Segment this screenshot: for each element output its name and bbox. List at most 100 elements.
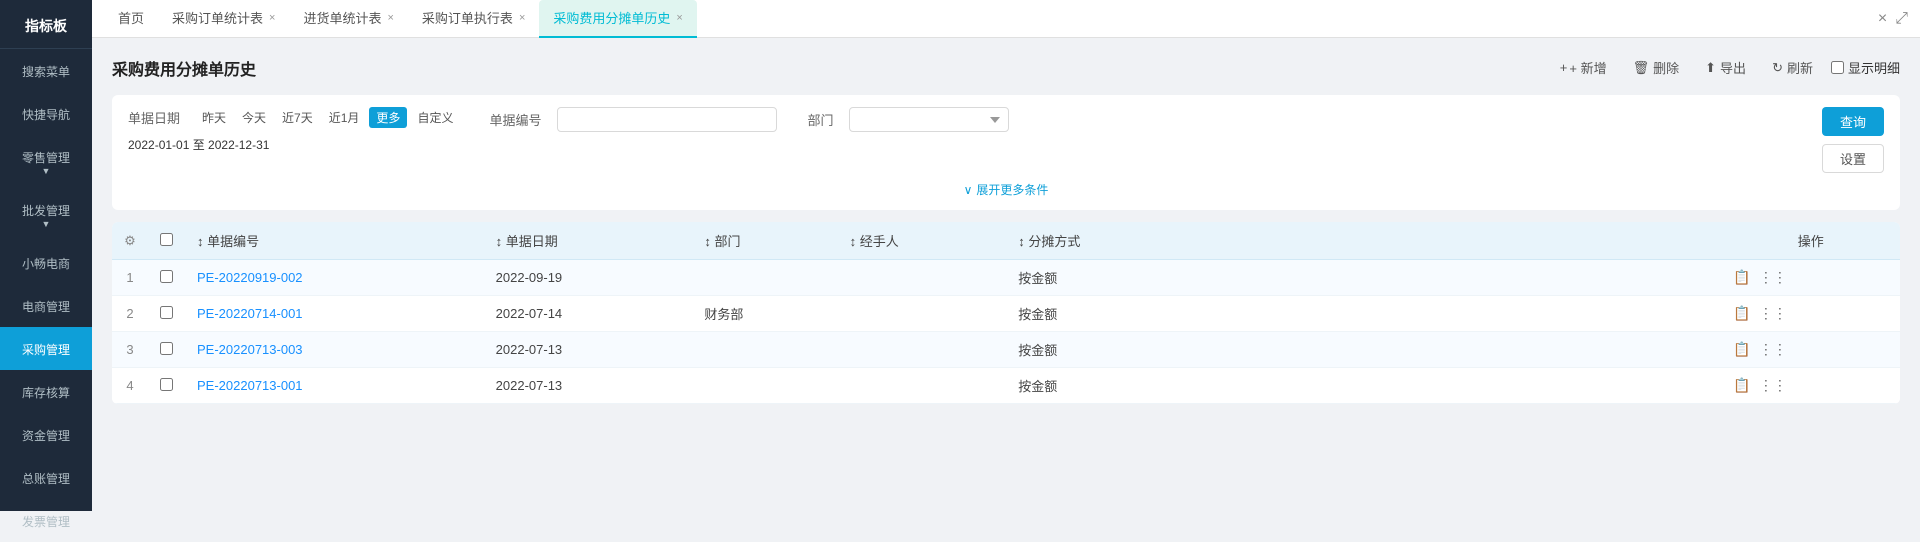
- date-btn-today[interactable]: 今天: [236, 107, 272, 128]
- tab-home[interactable]: 首页: [104, 0, 158, 38]
- doc-no-link[interactable]: PE-20220713-001: [197, 378, 303, 393]
- settings-button[interactable]: 设置: [1822, 144, 1884, 173]
- sidebar-item-wholesale[interactable]: 批发管理 ▼: [0, 188, 92, 241]
- delete-icon: 🗑: [1633, 60, 1650, 76]
- cell-doc-no: PE-20220714-001: [185, 296, 484, 332]
- tab-maximize-icon[interactable]: ⤢: [1895, 10, 1908, 28]
- page-content: 采购费用分摊单历史 + + 新增 🗑 删除 ⬆ 导出 ↻ 刷新: [92, 38, 1920, 511]
- sidebar-item-retail[interactable]: 零售管理 ▼: [0, 135, 92, 188]
- date-btn-1month[interactable]: 近1月: [323, 107, 366, 128]
- add-button[interactable]: + + 新增: [1552, 54, 1615, 81]
- sidebar-item-ecom[interactable]: 电商管理: [0, 284, 92, 327]
- cell-ops: 📋 ⋮⋮: [1721, 368, 1900, 404]
- cell-checkbox[interactable]: [148, 332, 185, 368]
- cell-ops: 📋 ⋮⋮: [1721, 260, 1900, 296]
- view-icon[interactable]: 📋: [1733, 377, 1750, 394]
- table-header-row: ⚙ ↕ 单据编号 ↕ 单据日期 ↕: [112, 222, 1900, 260]
- cell-checkbox[interactable]: [148, 296, 185, 332]
- tab-close-purchase-exec[interactable]: ×: [519, 12, 525, 24]
- retail-arrow-icon: ▼: [6, 166, 86, 176]
- docno-input[interactable]: [557, 107, 777, 132]
- row-checkbox[interactable]: [160, 270, 173, 283]
- cell-dept: 财务部: [692, 296, 837, 332]
- cell-dept: [692, 332, 837, 368]
- cell-ops: 📋 ⋮⋮: [1721, 296, 1900, 332]
- show-cols-checkbox[interactable]: [1831, 61, 1844, 74]
- cell-num: 4: [112, 368, 148, 404]
- view-icon[interactable]: 📋: [1733, 269, 1750, 286]
- header-actions: + + 新增 🗑 删除 ⬆ 导出 ↻ 刷新 显示明细: [1552, 54, 1900, 81]
- tab-purchase-order-stats[interactable]: 采购订单统计表 ×: [158, 0, 289, 38]
- cell-handler: [838, 296, 1007, 332]
- sidebar-item-nav[interactable]: 快捷导航: [0, 92, 92, 135]
- cell-checkbox[interactable]: [148, 260, 185, 296]
- row-checkbox[interactable]: [160, 342, 173, 355]
- refresh-icon: ↻: [1772, 60, 1783, 76]
- sidebar-item-search[interactable]: 搜索菜单: [0, 49, 92, 92]
- cell-num: 1: [112, 260, 148, 296]
- cell-doc-date: 2022-09-19: [484, 260, 693, 296]
- col-checkbox: [148, 222, 185, 260]
- filter-btns-col: 查询 设置: [1822, 107, 1884, 173]
- refresh-button[interactable]: ↻ 刷新: [1764, 54, 1821, 81]
- cell-split-method: 按金额: [1006, 332, 1721, 368]
- table-body: 1 PE-20220919-002 2022-09-19 按金额 📋 ⋮⋮ 2 …: [112, 260, 1900, 404]
- more-icon[interactable]: ⋮⋮: [1759, 269, 1787, 286]
- filter-section: 单据日期 昨天 今天 近7天 近1月 更多 自定义 2022-01-01 至 2…: [128, 107, 1884, 173]
- sidebar-item-ledger[interactable]: 总账管理: [0, 456, 92, 499]
- dept-select[interactable]: 财务部: [849, 107, 1009, 132]
- filter-date-row: 单据日期 昨天 今天 近7天 近1月 更多 自定义: [128, 107, 459, 128]
- date-btn-yesterday[interactable]: 昨天: [196, 107, 232, 128]
- filter-date-col: 单据日期 昨天 今天 近7天 近1月 更多 自定义 2022-01-01 至 2…: [128, 107, 459, 153]
- sidebar: 指标板 搜索菜单 快捷导航 零售管理 ▼ 批发管理 ▼ 小畅电商 电商管理 采购…: [0, 0, 92, 511]
- more-icon[interactable]: ⋮⋮: [1759, 341, 1787, 358]
- delete-button[interactable]: 🗑 删除: [1625, 54, 1688, 81]
- date-label: 单据日期: [128, 108, 180, 127]
- date-btn-custom[interactable]: 自定义: [411, 107, 459, 128]
- date-quick-group: 昨天 今天 近7天 近1月 更多 自定义: [196, 107, 459, 128]
- sidebar-item-invoice[interactable]: 发票管理: [0, 499, 92, 542]
- cell-handler: [838, 332, 1007, 368]
- more-icon[interactable]: ⋮⋮: [1759, 377, 1787, 394]
- table-row: 1 PE-20220919-002 2022-09-19 按金额 📋 ⋮⋮: [112, 260, 1900, 296]
- doc-no-link[interactable]: PE-20220919-002: [197, 270, 303, 285]
- doc-no-link[interactable]: PE-20220713-003: [197, 342, 303, 357]
- row-checkbox[interactable]: [160, 378, 173, 391]
- sidebar-item-finance[interactable]: 资金管理: [0, 413, 92, 456]
- tab-close-purchase-order-stats[interactable]: ×: [269, 12, 275, 24]
- show-cols-toggle[interactable]: 显示明细: [1831, 58, 1900, 77]
- cell-doc-no: PE-20220919-002: [185, 260, 484, 296]
- expand-icon: ∨: [964, 183, 973, 197]
- cell-checkbox[interactable]: [148, 368, 185, 404]
- tab-close-goods-in-stats[interactable]: ×: [387, 12, 393, 24]
- col-handler: ↕ 经手人: [838, 222, 1007, 260]
- select-all-checkbox[interactable]: [160, 233, 173, 246]
- col-ops: 操作: [1721, 222, 1900, 260]
- more-icon[interactable]: ⋮⋮: [1759, 305, 1787, 322]
- tab-close-purchase-cost-history[interactable]: ×: [676, 12, 682, 24]
- tab-goods-in-stats[interactable]: 进货单统计表 ×: [289, 0, 407, 38]
- tab-minimize-icon[interactable]: ×: [1878, 10, 1887, 28]
- filter-docno-row: 单据编号: [489, 107, 777, 132]
- doc-no-link[interactable]: PE-20220714-001: [197, 306, 303, 321]
- sidebar-item-inventory[interactable]: 库存核算: [0, 370, 92, 413]
- table-wrapper: ⚙ ↕ 单据编号 ↕ 单据日期 ↕: [112, 222, 1900, 404]
- expand-conditions-button[interactable]: ∨ 展开更多条件: [128, 181, 1884, 198]
- cell-doc-no: PE-20220713-003: [185, 332, 484, 368]
- view-icon[interactable]: 📋: [1733, 341, 1750, 358]
- view-icon[interactable]: 📋: [1733, 305, 1750, 322]
- date-btn-7days[interactable]: 近7天: [276, 107, 319, 128]
- page-title: 采购费用分摊单历史: [112, 56, 256, 80]
- row-checkbox[interactable]: [160, 306, 173, 319]
- export-button[interactable]: ⬆ 导出: [1697, 54, 1754, 81]
- date-btn-more[interactable]: 更多: [369, 107, 407, 128]
- sidebar-item-ecom-small[interactable]: 小畅电商: [0, 241, 92, 284]
- query-button[interactable]: 查询: [1822, 107, 1884, 136]
- tab-purchase-cost-history[interactable]: 采购费用分摊单历史 ×: [539, 0, 696, 38]
- tab-purchase-exec[interactable]: 采购订单执行表 ×: [408, 0, 539, 38]
- cell-dept: [692, 368, 837, 404]
- sidebar-item-purchase[interactable]: 采购管理: [0, 327, 92, 370]
- docno-label: 单据编号: [489, 110, 541, 129]
- wholesale-arrow-icon: ▼: [6, 219, 86, 229]
- col-settings[interactable]: ⚙: [112, 222, 148, 260]
